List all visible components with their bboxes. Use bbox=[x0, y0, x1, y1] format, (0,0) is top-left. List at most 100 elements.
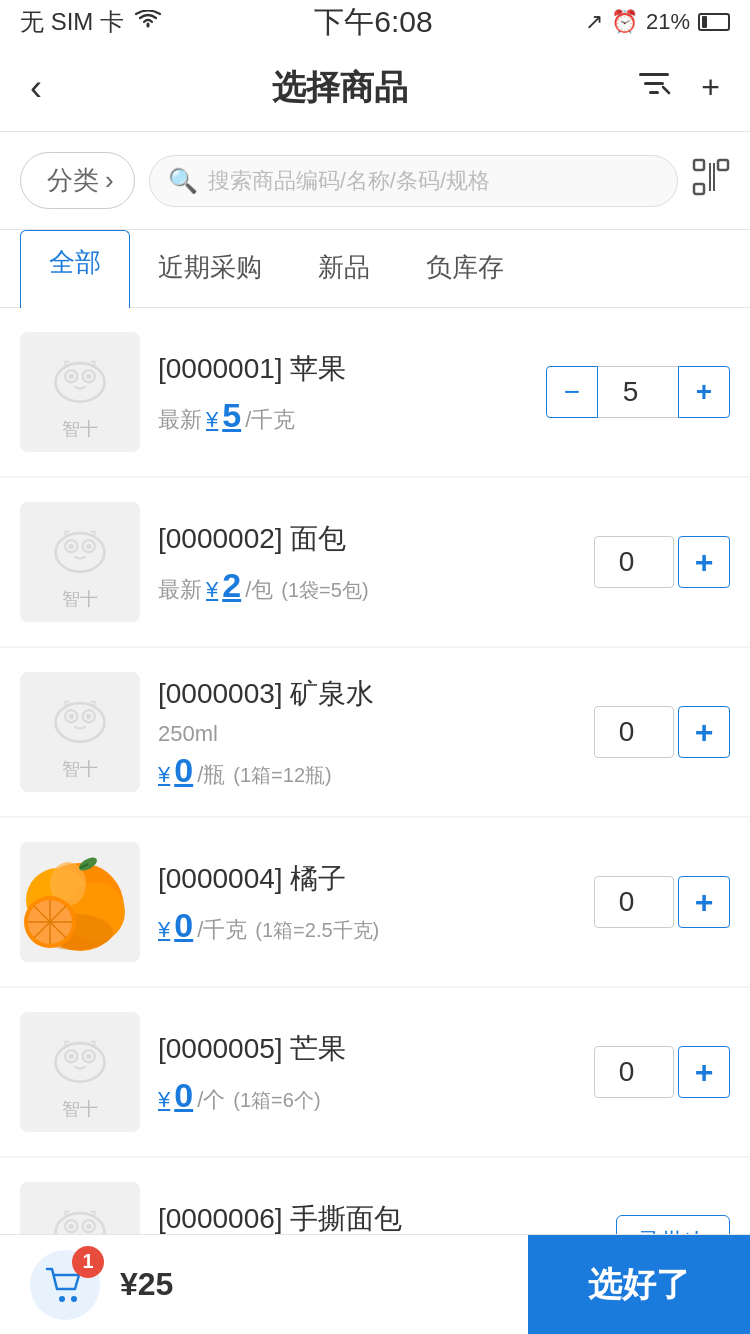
quantity-increase-button[interactable]: + bbox=[678, 536, 730, 588]
product-info: [0000002] 面包 最新 ¥ 2 /包 (1袋=5包) bbox=[158, 520, 576, 605]
svg-point-19 bbox=[56, 703, 105, 742]
product-price: 最新 ¥ 5 /千克 bbox=[158, 396, 528, 435]
quantity-input[interactable] bbox=[598, 366, 678, 418]
product-thumbnail bbox=[20, 842, 140, 962]
quantity-increase-button[interactable]: + bbox=[678, 706, 730, 758]
svg-rect-2 bbox=[649, 91, 659, 94]
tab-new-label: 新品 bbox=[318, 252, 370, 282]
product-item: 智十 [0000003] 矿泉水 250ml ¥ 0 /瓶 (1箱=12瓶) + bbox=[0, 648, 750, 816]
svg-rect-5 bbox=[718, 160, 728, 170]
quantity-control: + bbox=[594, 536, 730, 588]
scan-icon[interactable] bbox=[692, 158, 730, 203]
product-price: ¥ 0 /瓶 (1箱=12瓶) bbox=[158, 751, 576, 790]
product-thumbnail: 智十 bbox=[20, 332, 140, 452]
product-item: 智十 [0000001] 苹果 最新 ¥ 5 /千克 − + bbox=[0, 308, 750, 476]
svg-point-52 bbox=[59, 1296, 65, 1302]
svg-line-3 bbox=[663, 87, 669, 93]
svg-rect-0 bbox=[639, 73, 669, 76]
category-button[interactable]: 分类 › bbox=[20, 152, 135, 209]
nav-bar: ‹ 选择商品 + bbox=[0, 44, 750, 132]
quantity-decrease-button[interactable]: − bbox=[546, 366, 598, 418]
alarm-icon: ⏰ bbox=[611, 9, 638, 35]
quantity-control: + bbox=[594, 876, 730, 928]
svg-point-12 bbox=[69, 374, 74, 379]
search-box[interactable]: 🔍 搜索商品编码/名称/条码/规格 bbox=[149, 155, 678, 207]
product-name: [0000003] 矿泉水 bbox=[158, 675, 576, 713]
product-price: ¥ 0 /个 (1箱=6个) bbox=[158, 1076, 576, 1115]
tab-neg[interactable]: 负库存 bbox=[398, 230, 532, 308]
cart-icon-wrap[interactable]: 1 bbox=[30, 1250, 100, 1320]
location-icon: ↗ bbox=[585, 9, 603, 35]
svg-point-53 bbox=[71, 1296, 77, 1302]
product-spec: 250ml bbox=[158, 721, 576, 747]
quantity-input[interactable] bbox=[594, 1046, 674, 1098]
svg-point-37 bbox=[56, 1043, 105, 1082]
svg-point-46 bbox=[86, 1224, 91, 1229]
tab-all[interactable]: 全部 bbox=[20, 230, 130, 308]
nav-actions: + bbox=[637, 69, 720, 106]
product-item: [0000004] 橘子 ¥ 0 /千克 (1箱=2.5千克) + bbox=[0, 818, 750, 986]
product-price: 最新 ¥ 2 /包 (1袋=5包) bbox=[158, 566, 576, 605]
svg-point-9 bbox=[56, 363, 105, 402]
tab-recent[interactable]: 近期采购 bbox=[130, 230, 290, 308]
page-title: 选择商品 bbox=[272, 65, 408, 111]
quantity-increase-button[interactable]: + bbox=[678, 876, 730, 928]
product-name: [0000005] 芒果 bbox=[158, 1030, 576, 1068]
product-item: 智十 [0000005] 芒果 ¥ 0 /个 (1箱=6个) + bbox=[0, 988, 750, 1156]
battery-icon bbox=[698, 13, 730, 31]
category-label: 分类 bbox=[47, 163, 99, 198]
svg-point-23 bbox=[86, 714, 91, 719]
svg-rect-4 bbox=[694, 160, 704, 170]
cart-total: ¥25 bbox=[120, 1266, 173, 1303]
add-button[interactable]: + bbox=[701, 69, 720, 106]
svg-point-18 bbox=[86, 544, 91, 549]
quantity-increase-button[interactable]: + bbox=[678, 366, 730, 418]
product-info: [0000005] 芒果 ¥ 0 /个 (1箱=6个) bbox=[158, 1030, 576, 1115]
svg-point-13 bbox=[86, 374, 91, 379]
quantity-control: − + bbox=[546, 366, 730, 418]
product-thumbnail: 智十 bbox=[20, 672, 140, 792]
status-right: ↗ ⏰ 21% bbox=[585, 9, 730, 35]
search-icon: 🔍 bbox=[168, 167, 198, 195]
product-price: ¥ 0 /千克 (1箱=2.5千克) bbox=[158, 906, 576, 945]
quantity-input[interactable] bbox=[594, 876, 674, 928]
product-name: [0000006] 手撕面包 bbox=[158, 1200, 598, 1238]
cart-badge: 1 bbox=[72, 1246, 104, 1278]
svg-point-14 bbox=[56, 533, 105, 572]
tab-new[interactable]: 新品 bbox=[290, 230, 398, 308]
product-name: [0000002] 面包 bbox=[158, 520, 576, 558]
svg-point-40 bbox=[69, 1054, 74, 1059]
footer: 1 ¥25 选好了 bbox=[0, 1234, 750, 1334]
svg-point-17 bbox=[69, 544, 74, 549]
product-info: [0000001] 苹果 最新 ¥ 5 /千克 bbox=[158, 350, 528, 435]
product-thumbnail: 智十 bbox=[20, 1012, 140, 1132]
product-name: [0000001] 苹果 bbox=[158, 350, 528, 388]
quantity-increase-button[interactable]: + bbox=[678, 1046, 730, 1098]
sim-status: 无 SIM 卡 bbox=[20, 6, 124, 38]
back-button[interactable]: ‹ bbox=[30, 67, 42, 109]
cart-area: 1 ¥25 bbox=[0, 1250, 528, 1320]
battery-percent: 21% bbox=[646, 9, 690, 35]
quantity-input[interactable] bbox=[594, 706, 674, 758]
status-time: 下午6:08 bbox=[314, 2, 432, 43]
product-name: [0000004] 橘子 bbox=[158, 860, 576, 898]
product-info: [0000004] 橘子 ¥ 0 /千克 (1箱=2.5千克) bbox=[158, 860, 576, 945]
quantity-control: + bbox=[594, 706, 730, 758]
product-thumbnail: 智十 bbox=[20, 502, 140, 622]
quantity-control: + bbox=[594, 1046, 730, 1098]
product-info: [0000003] 矿泉水 250ml ¥ 0 /瓶 (1箱=12瓶) bbox=[158, 675, 576, 790]
tab-neg-label: 负库存 bbox=[426, 252, 504, 282]
search-placeholder: 搜索商品编码/名称/条码/规格 bbox=[208, 166, 490, 196]
filter-icon[interactable] bbox=[637, 69, 671, 106]
quantity-input[interactable] bbox=[594, 536, 674, 588]
wifi-icon bbox=[134, 8, 162, 36]
svg-point-22 bbox=[69, 714, 74, 719]
tab-recent-label: 近期采购 bbox=[158, 252, 262, 282]
tabs-bar: 全部 近期采购 新品 负库存 bbox=[0, 230, 750, 308]
svg-rect-6 bbox=[694, 184, 704, 194]
tab-all-label: 全部 bbox=[49, 247, 101, 277]
confirm-button[interactable]: 选好了 bbox=[528, 1235, 750, 1334]
product-item: 智十 [0000002] 面包 最新 ¥ 2 /包 (1袋=5包) + bbox=[0, 478, 750, 646]
product-list: 智十 [0000001] 苹果 最新 ¥ 5 /千克 − + bbox=[0, 308, 750, 1334]
svg-point-41 bbox=[86, 1054, 91, 1059]
